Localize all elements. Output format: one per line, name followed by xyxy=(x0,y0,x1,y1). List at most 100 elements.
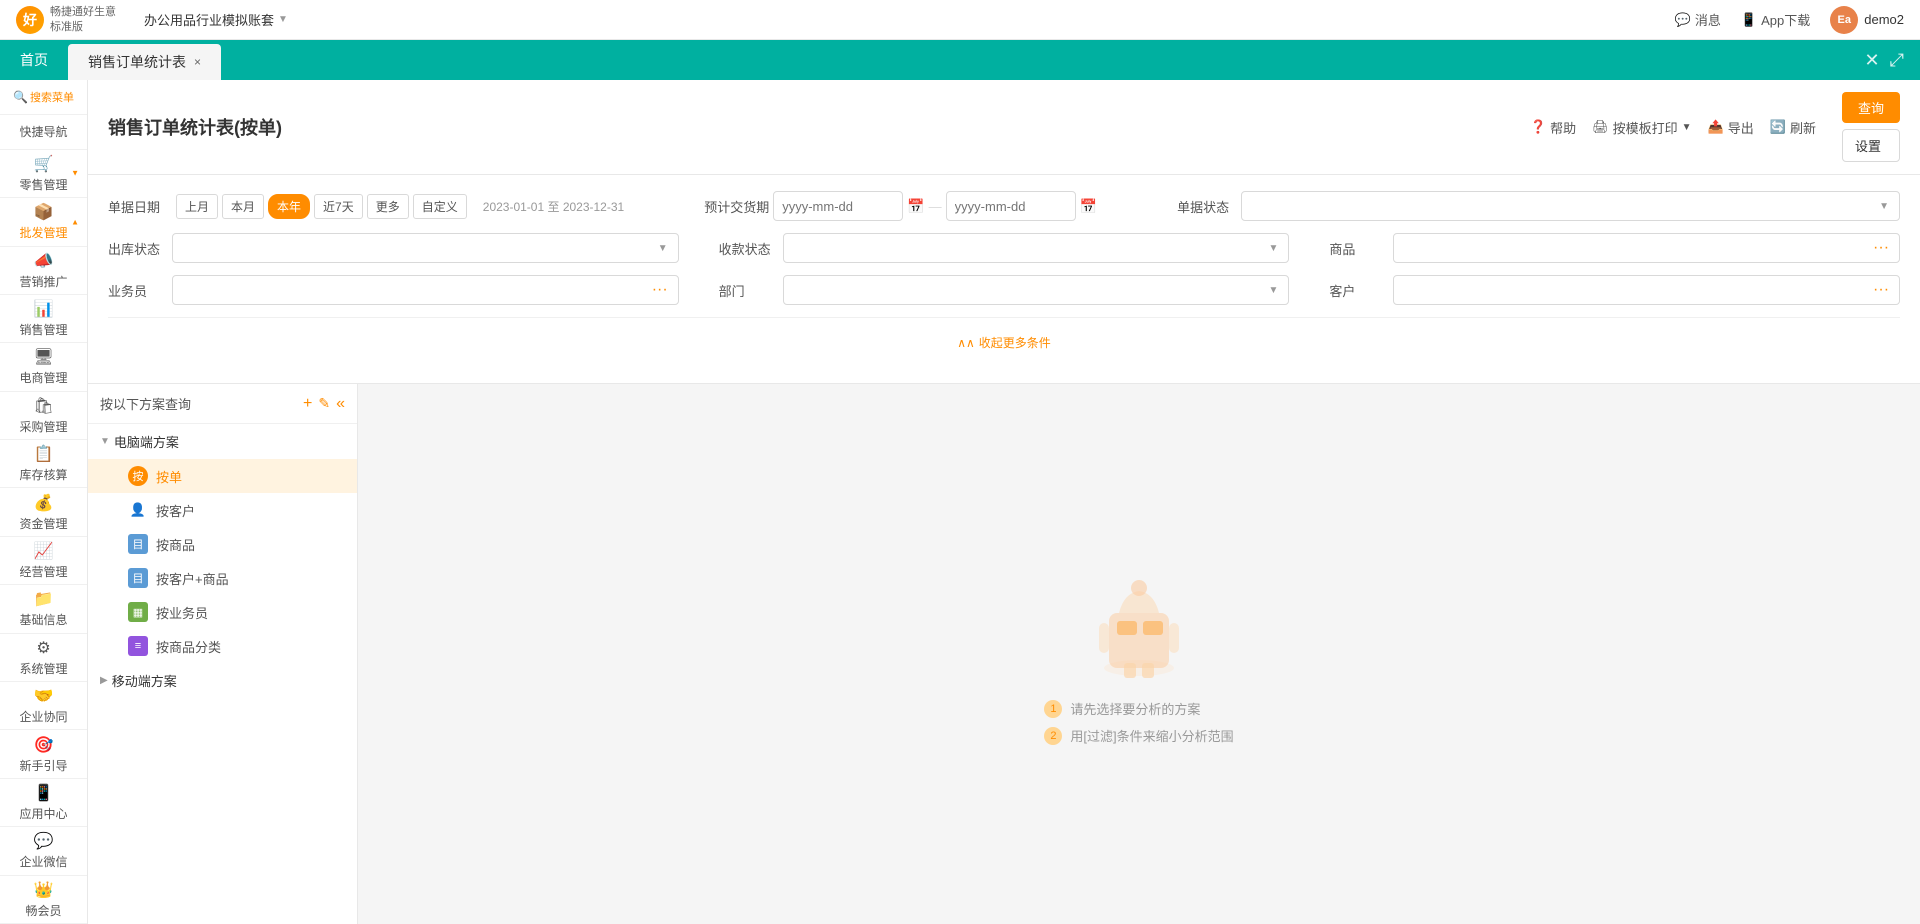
sidebar-item-purchase[interactable]: 🛍 采购管理 xyxy=(0,392,87,440)
appcenter-icon: 📱 xyxy=(34,783,54,803)
workspace-selector[interactable]: 办公用品行业模拟账套 ▼ xyxy=(144,10,288,29)
sidebar-item-wechat[interactable]: 💬 企业微信 xyxy=(0,827,87,875)
expected-date-end[interactable] xyxy=(946,191,1076,221)
date-btn-last-month[interactable]: 上月 xyxy=(176,194,218,219)
calendar-end-icon[interactable]: 📅 xyxy=(1080,198,1097,215)
sidebar-item-sales[interactable]: 📊 销售管理 xyxy=(0,295,87,343)
topbar-left: 好 畅捷通好生意 标准版 办公用品行业模拟账套 ▼ xyxy=(16,5,288,34)
customer-label: 客户 xyxy=(1329,281,1389,300)
sidebar-item-newbie[interactable]: 🎯 新手引导 xyxy=(0,730,87,778)
sidebar-item-inventory[interactable]: 📋 库存核算 xyxy=(0,440,87,488)
user-area[interactable]: Ea demo2 xyxy=(1830,6,1904,34)
hint-num-1: 1 xyxy=(1044,700,1062,718)
main-wrapper: 🔍 搜索菜单 快捷导航 🛒 零售管理 📦 批发管理 📣 营销推广 📊 销售管理 … xyxy=(0,80,1920,924)
app-download-action[interactable]: 📱 App下载 xyxy=(1741,10,1810,29)
sidebar-item-finance[interactable]: 💰 资金管理 xyxy=(0,488,87,536)
tree-item-by-product[interactable]: 目 按商品 xyxy=(88,527,357,561)
app-download-icon: 📱 xyxy=(1741,12,1757,28)
sidebar-search[interactable]: 🔍 搜索菜单 xyxy=(0,80,87,115)
window-minimize-icon[interactable]: ✕ xyxy=(1865,50,1880,71)
salesperson-select[interactable]: ··· xyxy=(172,275,679,305)
tree-item-by-order[interactable]: 按 按单 xyxy=(88,459,357,493)
payment-status-select[interactable]: ▼ xyxy=(783,233,1290,263)
system-icon: ⚙ xyxy=(36,638,50,658)
empty-hints: 1 请先选择要分析的方案 2 用[过滤]条件来缩小分析范围 xyxy=(1044,699,1233,745)
department-select[interactable]: ▼ xyxy=(783,275,1290,305)
delivery-status-select[interactable]: ▼ xyxy=(172,233,679,263)
doc-status-label: 单据状态 xyxy=(1177,197,1237,216)
message-icon: 💬 xyxy=(1675,12,1691,28)
username[interactable]: demo2 xyxy=(1864,12,1904,27)
wholesale-icon: 📦 xyxy=(34,202,54,222)
salesperson-group: 业务员 ··· xyxy=(108,275,679,305)
date-btn-custom[interactable]: 自定义 xyxy=(413,194,467,219)
tree-edit-icon[interactable]: ✎ xyxy=(318,395,330,412)
tree-section-mobile[interactable]: ▶ 移动端方案 xyxy=(88,663,357,698)
refresh-icon: 🔄 xyxy=(1770,119,1786,135)
empty-hint-1: 1 请先选择要分析的方案 xyxy=(1044,699,1233,718)
sidebar-item-wholesale[interactable]: 📦 批发管理 xyxy=(0,198,87,246)
tree-item-by-customer[interactable]: 👤 按客户 xyxy=(88,493,357,527)
help-button[interactable]: ❓ 帮助 xyxy=(1530,118,1576,137)
by-order-icon: 按 xyxy=(128,466,148,486)
by-category-icon: ≡ xyxy=(128,636,148,656)
right-panel: 1 请先选择要分析的方案 2 用[过滤]条件来缩小分析范围 xyxy=(358,384,1920,924)
tree-item-by-category[interactable]: ≡ 按商品分类 xyxy=(88,629,357,663)
window-maximize-icon[interactable]: ⤢ xyxy=(1890,50,1904,71)
salesperson-dots-icon[interactable]: ··· xyxy=(652,281,668,299)
message-action[interactable]: 💬 消息 xyxy=(1675,10,1721,29)
tab-sales-order-stats[interactable]: 销售订单统计表 × xyxy=(68,44,221,80)
enterprise-icon: 🤝 xyxy=(34,686,54,706)
collapse-button[interactable]: ∧∧ 收起更多条件 xyxy=(108,326,1900,359)
purchase-icon: 🛍 xyxy=(33,396,53,416)
sidebar-item-retail[interactable]: 🛒 零售管理 xyxy=(0,150,87,198)
print-button[interactable]: 🖨 按模板打印 ▼ xyxy=(1592,118,1691,137)
member-icon: 👑 xyxy=(34,880,54,900)
tree-section-pc[interactable]: ▼ 电脑端方案 xyxy=(88,424,357,459)
product-dots-icon[interactable]: ··· xyxy=(1873,239,1889,257)
doc-status-select[interactable]: ▼ xyxy=(1241,191,1900,221)
logo-area: 好 畅捷通好生意 标准版 xyxy=(16,5,116,34)
sales-icon: 📊 xyxy=(34,299,54,319)
by-product-icon: 目 xyxy=(128,534,148,554)
settings-button[interactable]: 设置 xyxy=(1842,129,1900,162)
expected-date-start[interactable] xyxy=(773,191,903,221)
tree-item-by-salesperson[interactable]: ▦ 按业务员 xyxy=(88,595,357,629)
sidebar-item-system[interactable]: ⚙ 系统管理 xyxy=(0,634,87,682)
export-button[interactable]: 📤 导出 xyxy=(1708,118,1754,137)
date-divider: — xyxy=(929,199,942,214)
sidebar-item-enterprise[interactable]: 🤝 企业协同 xyxy=(0,682,87,730)
sidebar-item-marketing[interactable]: 📣 营销推广 xyxy=(0,247,87,295)
sidebar-item-member[interactable]: 👑 畅会员 xyxy=(0,876,87,924)
sidebar-item-appcenter[interactable]: 📱 应用中心 xyxy=(0,779,87,827)
left-panel: 按以下方案查询 + ✎ « ▼ 电脑端方案 按 按单 xyxy=(88,384,358,924)
query-button[interactable]: 查询 xyxy=(1842,92,1900,123)
date-btn-this-month[interactable]: 本月 xyxy=(222,194,264,219)
topbar: 好 畅捷通好生意 标准版 办公用品行业模拟账套 ▼ 💬 消息 📱 App下载 E… xyxy=(0,0,1920,40)
doc-date-group: 单据日期 上月 本月 本年 近7天 更多 自定义 2023-01-01 至 20… xyxy=(108,194,624,219)
content-area: 销售订单统计表(按单) ❓ 帮助 🖨 按模板打印 ▼ 📤 导出 🔄 刷新 xyxy=(88,80,1920,924)
print-icon: 🖨 xyxy=(1592,119,1609,135)
sidebar-quick-nav[interactable]: 快捷导航 xyxy=(0,115,87,150)
doc-status-group: 单据状态 ▼ xyxy=(1177,191,1900,221)
tab-home[interactable]: 首页 xyxy=(0,40,68,80)
refresh-button[interactable]: 🔄 刷新 xyxy=(1770,118,1816,137)
sidebar-item-operation[interactable]: 📈 经营管理 xyxy=(0,537,87,585)
empty-illustration xyxy=(1079,563,1199,683)
customer-select[interactable]: ··· xyxy=(1393,275,1900,305)
tree-item-by-customer-product[interactable]: 目 按客户+商品 xyxy=(88,561,357,595)
filter-row-1: 单据日期 上月 本月 本年 近7天 更多 自定义 2023-01-01 至 20… xyxy=(108,191,1900,221)
search-icon: 🔍 xyxy=(13,90,28,104)
tab-close-icon[interactable]: × xyxy=(194,55,201,69)
tree-add-icon[interactable]: + xyxy=(303,395,312,413)
customer-dots-icon[interactable]: ··· xyxy=(1873,281,1889,299)
sidebar-item-ecommerce[interactable]: 🖥 电商管理 xyxy=(0,343,87,391)
date-btn-7days[interactable]: 近7天 xyxy=(314,194,363,219)
tree-collapse-icon[interactable]: « xyxy=(336,395,345,413)
date-btn-more[interactable]: 更多 xyxy=(367,194,409,219)
retail-icon: 🛒 xyxy=(34,154,54,174)
sidebar-item-basic[interactable]: 📁 基础信息 xyxy=(0,585,87,633)
calendar-start-icon[interactable]: 📅 xyxy=(907,198,924,215)
date-btn-this-year[interactable]: 本年 xyxy=(268,194,310,219)
product-select[interactable]: ··· xyxy=(1393,233,1900,263)
